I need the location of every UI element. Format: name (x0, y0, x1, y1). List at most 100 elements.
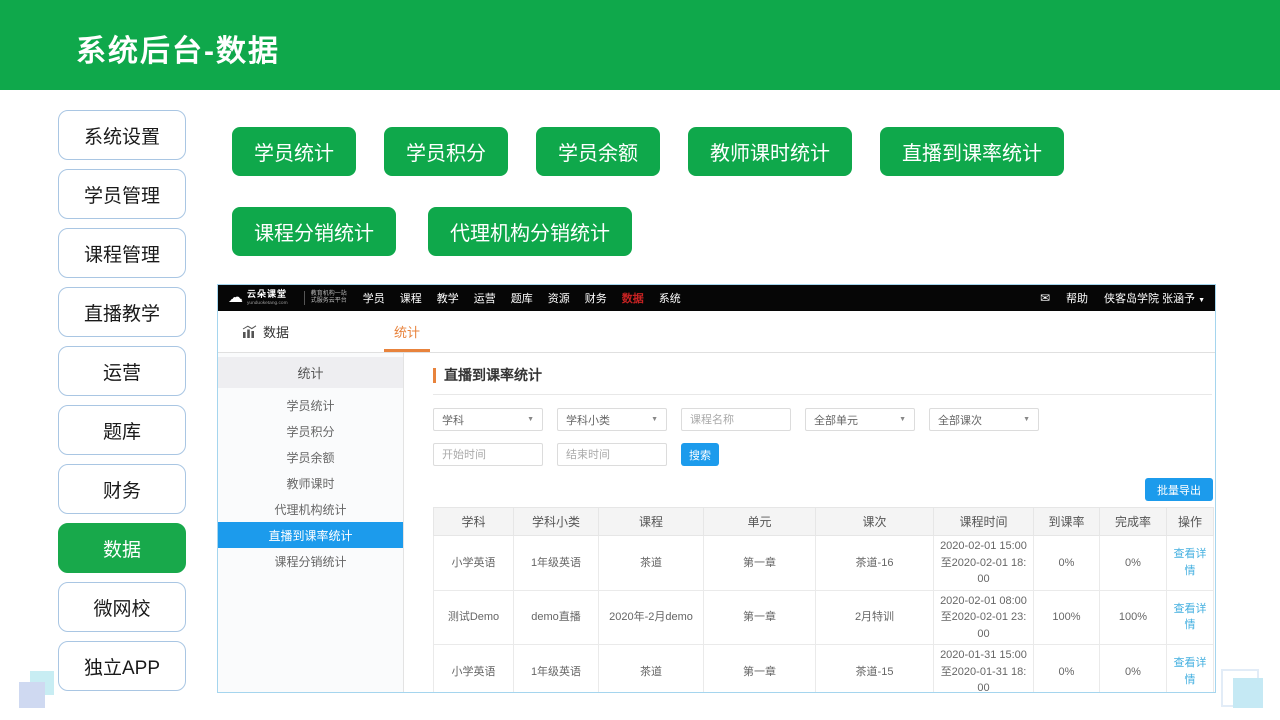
subject-select[interactable]: 学科 ▼ (433, 408, 543, 431)
table-row: 测试Demo demo直播 2020年-2月demo 第一章 2月特训 2020… (434, 590, 1214, 645)
course-name-input[interactable] (681, 408, 791, 431)
quick-buttons-row-2: 课程分销统计代理机构分销统计 (232, 207, 632, 256)
subject-subcategory-select[interactable]: 学科小类 ▼ (557, 408, 667, 431)
table-cell: 2020-01-31 15:00至2020-01-31 18:00 (934, 645, 1034, 694)
table-header-cell: 完成率 (1100, 508, 1167, 536)
table-cell: 2020-02-01 08:00至2020-02-01 23:00 (934, 590, 1034, 645)
table-cell: 茶道-15 (816, 645, 934, 694)
decorative-square (1233, 678, 1263, 708)
table-cell: 0% (1034, 536, 1100, 591)
main-content: 直播到课率统计 学科 ▼ 学科小类 ▼ 全部单元 ▼ (404, 353, 1215, 693)
quick-stat-button[interactable]: 课程分销统计 (232, 207, 396, 256)
unit-select[interactable]: 全部单元 ▼ (805, 408, 915, 431)
mail-icon[interactable]: ✉ (1040, 291, 1050, 305)
nav-menu-item[interactable]: 资源 (548, 290, 570, 306)
stats-sidebar-item[interactable]: 代理机构统计 (218, 496, 403, 522)
end-time-input[interactable] (557, 443, 667, 466)
table-cell: 小学英语 (434, 536, 514, 591)
nav-menu-item[interactable]: 财务 (585, 290, 607, 306)
nav-menu-item[interactable]: 数据 (622, 290, 644, 306)
header-banner: 系统后台-数据 (0, 0, 1280, 90)
table-cell: 查看详情 (1167, 536, 1214, 591)
table-header-cell: 到课率 (1034, 508, 1100, 536)
chevron-down-icon: ▼ (899, 416, 906, 423)
table-header-cell: 课程时间 (934, 508, 1034, 536)
view-detail-link[interactable]: 查看详情 (1174, 548, 1207, 577)
brand-url: yunduoketang.com (247, 300, 288, 305)
stats-sidebar-item[interactable]: 教师课时 (218, 470, 403, 496)
section-title: 直播到课率统计 (433, 365, 1215, 385)
sidebar-item[interactable]: 运营 (58, 346, 186, 396)
table-cell: 1年级英语 (514, 645, 599, 694)
data-module-label: 数据 (242, 322, 289, 341)
tab-statistics[interactable]: 统计 (386, 311, 428, 352)
quick-stat-button[interactable]: 学员积分 (384, 127, 508, 176)
quick-buttons-row-1: 学员统计学员积分学员余额教师课时统计直播到课率统计 (232, 127, 1064, 176)
stats-sidebar-item[interactable]: 学员统计 (218, 392, 403, 418)
account-menu[interactable]: 侠客岛学院 张涵予▼ (1104, 290, 1205, 306)
table-cell: 茶道 (599, 645, 704, 694)
table-cell: 查看详情 (1167, 590, 1214, 645)
stats-sidebar: 统计 学员统计学员积分学员余额教师课时代理机构统计直播到课率统计课程分销统计 (218, 353, 404, 693)
quick-stat-button[interactable]: 学员统计 (232, 127, 356, 176)
module-tab-bar: 数据 统计 (218, 311, 1215, 353)
start-time-input[interactable] (433, 443, 543, 466)
table-cell: demo直播 (514, 590, 599, 645)
filters-row-2: 搜索 (433, 443, 1215, 466)
filters-row-1: 学科 ▼ 学科小类 ▼ 全部单元 ▼ 全部课次 ▼ (433, 408, 1215, 431)
table-row: 小学英语 1年级英语 茶道 第一章 茶道-15 2020-01-31 15:00… (434, 645, 1214, 694)
batch-export-button[interactable]: 批量导出 (1145, 478, 1213, 501)
sidebar-item[interactable]: 直播教学 (58, 287, 186, 337)
nav-menu-item[interactable]: 教学 (437, 290, 459, 306)
table-cell: 0% (1034, 645, 1100, 694)
table-cell: 100% (1034, 590, 1100, 645)
stats-sidebar-item[interactable]: 学员积分 (218, 418, 403, 444)
quick-stat-button[interactable]: 直播到课率统计 (880, 127, 1064, 176)
chevron-down-icon: ▼ (1198, 297, 1205, 304)
bar-chart-icon (242, 325, 257, 338)
chevron-down-icon: ▼ (527, 416, 534, 423)
sidebar-item[interactable]: 学员管理 (58, 169, 186, 219)
sidebar-item[interactable]: 独立APP (58, 641, 186, 691)
nav-right: ✉ 帮助 侠客岛学院 张涵予▼ (1040, 290, 1205, 306)
view-detail-link[interactable]: 查看详情 (1174, 603, 1207, 632)
sidebar-item[interactable]: 题库 (58, 405, 186, 455)
stats-sidebar-list: 学员统计学员积分学员余额教师课时代理机构统计直播到课率统计课程分销统计 (218, 392, 403, 574)
table-cell: 第一章 (704, 645, 816, 694)
nav-menu-item[interactable]: 课程 (400, 290, 422, 306)
brand-logo: ☁ 云朵课堂 yunduoketang.com (228, 290, 298, 306)
table-header-cell: 课程 (599, 508, 704, 536)
chevron-down-icon: ▼ (1023, 416, 1030, 423)
table-cell: 2020年-2月demo (599, 590, 704, 645)
help-link[interactable]: 帮助 (1066, 290, 1088, 306)
nav-menu-item[interactable]: 系统 (659, 290, 681, 306)
nav-menu-item[interactable]: 学员 (363, 290, 385, 306)
decorative-square (19, 682, 45, 708)
nav-menu-item[interactable]: 题库 (511, 290, 533, 306)
quick-stat-button[interactable]: 学员余额 (536, 127, 660, 176)
sidebar-item[interactable]: 财务 (58, 464, 186, 514)
view-detail-link[interactable]: 查看详情 (1174, 657, 1207, 686)
admin-panel: ☁ 云朵课堂 yunduoketang.com 教育机构一站 式服务云平台 学员… (217, 284, 1216, 693)
sidebar-item[interactable]: 系统设置 (58, 110, 186, 160)
brand-name: 云朵课堂 (247, 290, 298, 300)
sidebar-item[interactable]: 课程管理 (58, 228, 186, 278)
table-cell: 0% (1100, 645, 1167, 694)
quick-stat-button[interactable]: 教师课时统计 (688, 127, 852, 176)
sidebar-item[interactable]: 微网校 (58, 582, 186, 632)
table-cell: 茶道 (599, 536, 704, 591)
nav-menu-item[interactable]: 运营 (474, 290, 496, 306)
chevron-down-icon: ▼ (651, 416, 658, 423)
table-header-cell: 操作 (1167, 508, 1214, 536)
title-accent-bar (433, 368, 436, 383)
table-cell: 0% (1100, 536, 1167, 591)
sidebar-item[interactable]: 数据 (58, 523, 186, 573)
lesson-select[interactable]: 全部课次 ▼ (929, 408, 1039, 431)
stats-sidebar-item[interactable]: 学员余额 (218, 444, 403, 470)
table-cell: 查看详情 (1167, 645, 1214, 694)
search-button[interactable]: 搜索 (681, 443, 719, 466)
stats-sidebar-item[interactable]: 课程分销统计 (218, 548, 403, 574)
quick-stat-button[interactable]: 代理机构分销统计 (428, 207, 632, 256)
stats-sidebar-item[interactable]: 直播到课率统计 (218, 522, 403, 548)
export-row: 批量导出 (433, 478, 1213, 501)
